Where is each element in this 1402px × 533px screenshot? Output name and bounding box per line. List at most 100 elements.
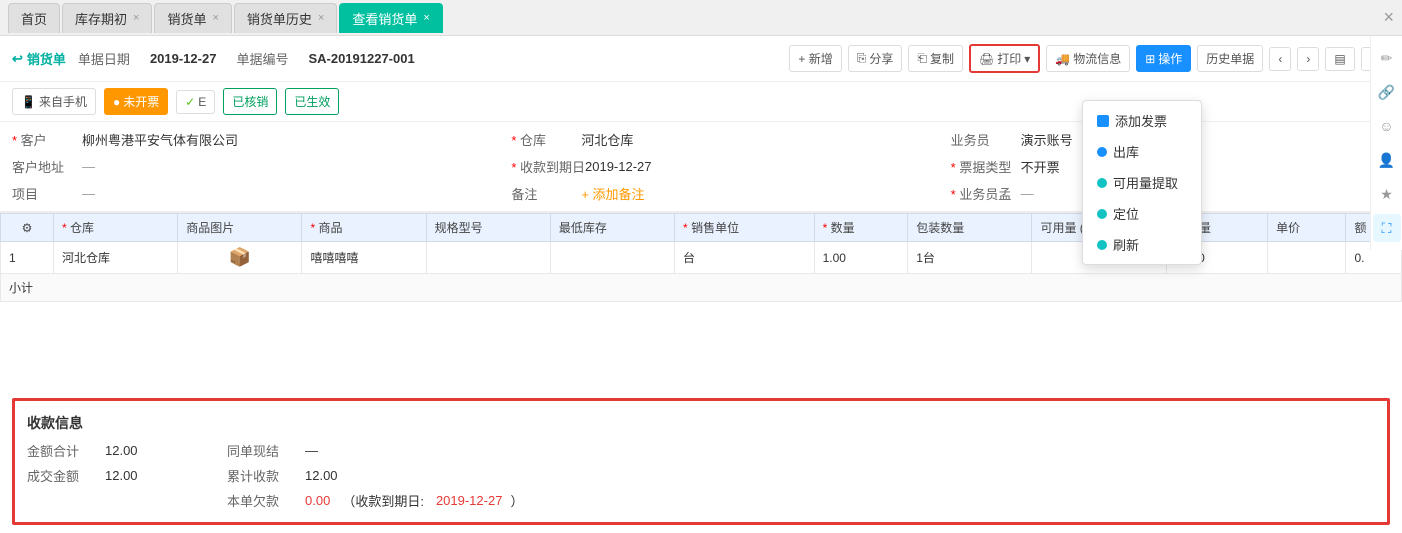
- col-product: 商品: [302, 214, 426, 242]
- copy-button[interactable]: ⎗ 复制: [908, 45, 963, 72]
- tab-inventory-label: 库存期初: [75, 9, 127, 28]
- effective-button[interactable]: 已生效: [285, 88, 339, 115]
- phone-icon: 📱: [21, 95, 36, 109]
- tab-sales-close[interactable]: ×: [212, 12, 218, 24]
- sales-staff-value: —: [1021, 186, 1390, 201]
- logistics-button[interactable]: 🚚 物流信息: [1046, 45, 1130, 72]
- voided-button[interactable]: 已核销: [223, 88, 277, 115]
- tab-view-close[interactable]: ×: [423, 12, 429, 24]
- sales-staff-label: 业务员孟: [951, 184, 1021, 203]
- balance-value: 0.00: [305, 493, 330, 508]
- address-label: 客户地址: [12, 157, 82, 176]
- customer-value: 柳州粤港平安气体有限公司: [82, 130, 451, 149]
- history-records-button[interactable]: 历史单据: [1197, 45, 1263, 72]
- ticket-icon: ●: [113, 95, 120, 109]
- tab-history-close[interactable]: ×: [318, 12, 324, 24]
- row-image: 📦: [178, 242, 302, 274]
- tab-home-label: 首页: [21, 9, 47, 28]
- cumulative-payment-label: 累计收款: [227, 466, 297, 485]
- balance-note: （收款到期日:: [342, 491, 424, 510]
- address-value: —: [82, 159, 451, 174]
- ticket-type-label: 票据类型: [951, 157, 1021, 176]
- row-no: 1: [1, 242, 54, 274]
- subtotal-cell: 小计: [1, 274, 1402, 302]
- window-close-button[interactable]: ×: [1383, 7, 1394, 28]
- customer-label: 客户: [12, 130, 82, 149]
- balance-date: 2019-12-27: [436, 493, 503, 508]
- next-button[interactable]: ›: [1297, 47, 1319, 71]
- view1-button[interactable]: ▤: [1325, 47, 1354, 71]
- remark-field: 备注 + 添加备注: [511, 184, 950, 203]
- locate-item[interactable]: 定位: [1083, 198, 1201, 229]
- same-settlement-item: 同单现结 —: [227, 441, 427, 460]
- row-spec: [426, 242, 550, 274]
- tab-sales-history[interactable]: 销货单历史 ×: [234, 3, 337, 33]
- tab-bar: 首页 库存期初 × 销货单 × 销货单历史 × 查看销货单 × ×: [0, 0, 1402, 36]
- sidebar-emotion-icon[interactable]: ☺: [1373, 112, 1401, 140]
- tab-home[interactable]: 首页: [8, 3, 60, 33]
- transaction-amount-label: 成交金额: [27, 466, 97, 485]
- ticket-type-value: 不开票: [1021, 157, 1390, 176]
- cumulative-payment-item: 累计收款 12.00: [227, 466, 427, 485]
- tab-view-sales[interactable]: 查看销货单 ×: [339, 3, 442, 33]
- row-unit-price: [1268, 242, 1346, 274]
- tab-sales-order[interactable]: 销货单 ×: [154, 3, 231, 33]
- cumulative-payment-value: 12.00: [305, 468, 338, 483]
- row-quantity: 1.00: [814, 242, 908, 274]
- row-pack-qty: 1台: [908, 242, 1032, 274]
- doc-type-badge: ↩ 销货单: [12, 49, 66, 68]
- operations-button[interactable]: ⊞ 操作: [1136, 45, 1191, 72]
- not-open-button[interactable]: ● 未开票: [104, 88, 168, 115]
- col-settings[interactable]: ⚙: [1, 214, 54, 242]
- total-amount-item: 金额合计 12.00: [27, 441, 227, 460]
- refresh-item[interactable]: 刷新: [1083, 229, 1201, 260]
- locate-dot-icon: [1097, 209, 1107, 219]
- transaction-amount-value: 12.00: [105, 468, 138, 483]
- check-icon: ✓: [185, 95, 195, 109]
- payment-grid: 金额合计 12.00 同单现结 — 成交金额 12.00 累计收款 12.00: [27, 441, 1375, 510]
- payment-date-value: 2019-12-27: [585, 159, 951, 174]
- balance-note-end: ）: [510, 491, 523, 510]
- balance-item: 本单欠款 0.00 （收款到期日: 2019-12-27 ）: [227, 491, 1375, 510]
- sidebar-user-icon[interactable]: 👤: [1373, 146, 1401, 174]
- add-invoice-item[interactable]: 添加发票: [1083, 105, 1201, 136]
- doc-number-value: SA-20191227-001: [308, 51, 414, 66]
- address-field: 客户地址 —: [12, 157, 451, 176]
- tab-sales-label: 销货单: [167, 9, 206, 28]
- share-icon: ⎘: [857, 51, 867, 66]
- row-sales-unit: 台: [675, 242, 815, 274]
- print-button[interactable]: 🖨 打印 ▾: [969, 44, 1040, 73]
- balance-label: 本单欠款: [227, 491, 297, 510]
- col-sales-unit: 销售单位: [675, 214, 815, 242]
- sidebar-link-icon[interactable]: 🔗: [1373, 78, 1401, 106]
- tab-inventory-close[interactable]: ×: [133, 12, 139, 24]
- project-label: 项目: [12, 184, 82, 203]
- refresh-dot-icon: [1097, 240, 1107, 250]
- payment-info-panel: 收款信息 金额合计 12.00 同单现结 — 成交金额 12.00 累计收款 1…: [12, 398, 1390, 525]
- sidebar-fullscreen-icon[interactable]: ⛶: [1373, 214, 1401, 242]
- tab-view-label: 查看销货单: [352, 9, 417, 28]
- from-phone-button[interactable]: 📱 来自手机: [12, 88, 96, 115]
- sidebar-edit-icon[interactable]: ✏: [1373, 44, 1401, 72]
- truck-icon: 🚚: [1055, 52, 1070, 66]
- tab-inventory-init[interactable]: 库存期初 ×: [62, 3, 152, 33]
- available-fetch-item[interactable]: 可用量提取: [1083, 167, 1201, 198]
- payment-info-title: 收款信息: [27, 413, 1375, 433]
- prev-button[interactable]: ‹: [1269, 47, 1291, 71]
- doc-actions: + 新增 ⎘ 分享 ⎗ 复制 🖨 打印 ▾ 🚚 物流信息: [789, 44, 1390, 73]
- app-container: 首页 库存期初 × 销货单 × 销货单历史 × 查看销货单 × × ↩ 销货单: [0, 0, 1402, 533]
- warehouse-field: 仓库 河北仓库: [511, 130, 950, 149]
- available-fetch-label: 可用量提取: [1113, 173, 1178, 192]
- complete-button[interactable]: ✓ E: [176, 90, 215, 114]
- new-button[interactable]: + 新增: [789, 45, 841, 72]
- refresh-label: 刷新: [1113, 235, 1139, 254]
- col-image: 商品图片: [178, 214, 302, 242]
- add-remark-btn[interactable]: + 添加备注: [581, 184, 950, 203]
- locate-label: 定位: [1113, 204, 1139, 223]
- sidebar-star-icon[interactable]: ★: [1373, 180, 1401, 208]
- total-amount-value: 12.00: [105, 443, 138, 458]
- share-button[interactable]: ⎘ 分享: [848, 45, 903, 72]
- add-invoice-label: 添加发票: [1115, 111, 1167, 130]
- doc-meta: 单据日期 2019-12-27 单据编号 SA-20191227-001: [78, 49, 415, 68]
- outbound-item[interactable]: 出库: [1083, 136, 1201, 167]
